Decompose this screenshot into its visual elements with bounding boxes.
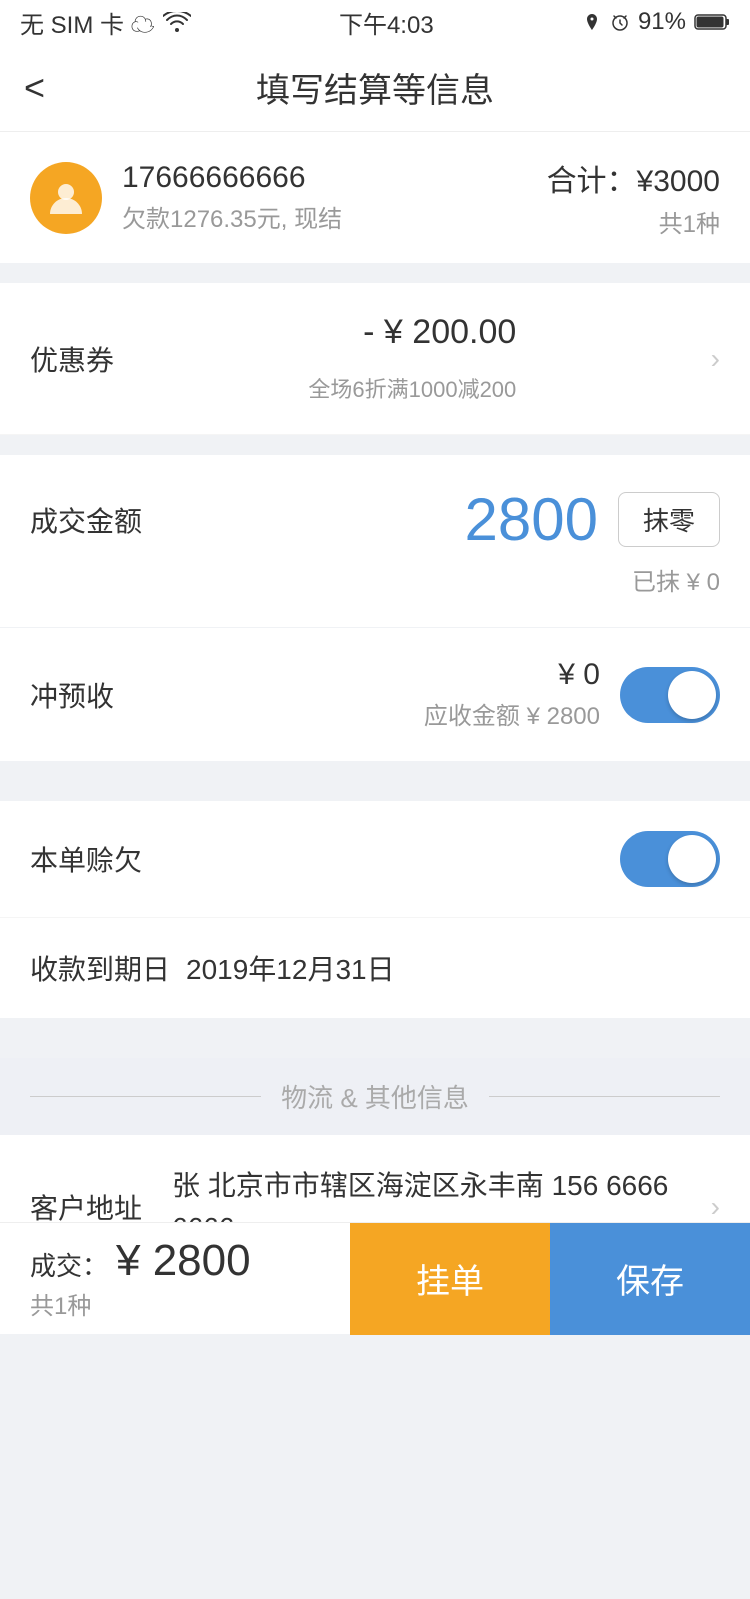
- bottom-info: 成交： ¥ 2800 共1种: [0, 1236, 350, 1321]
- address-chevron-icon: ›: [711, 1191, 720, 1223]
- wifi-icon: [163, 12, 191, 32]
- customer-info: 17666666666 欠款1276.35元, 现结: [122, 161, 342, 234]
- total-count: 共1种: [547, 204, 720, 239]
- duedate-section: 收款到期日 2019年12月31日: [0, 917, 750, 1018]
- deal-sub: 已抹 ¥ 0: [30, 562, 720, 597]
- coupon-chevron-icon: ›: [711, 343, 720, 375]
- content: 17666666666 欠款1276.35元, 现结 合计：¥3000 共1种 …: [0, 132, 750, 1599]
- prepay-toggle[interactable]: [620, 667, 720, 723]
- alarm-icon: [610, 12, 630, 32]
- divider-3: [0, 761, 750, 781]
- nav-bar: < 填写结算等信息: [0, 44, 750, 132]
- coupon-amount: - ¥ 200.00: [363, 313, 516, 352]
- address-label: 客户地址: [30, 1187, 142, 1227]
- duedate-row: 收款到期日 2019年12月31日: [30, 948, 720, 988]
- status-time: 下午4:03: [339, 5, 434, 40]
- prepay-label: 冲预收: [30, 675, 114, 715]
- debt-section: 本单赊欠: [0, 801, 750, 917]
- coupon-right: - ¥ 200.00 全场6折满1000减200: [308, 313, 516, 404]
- duedate-label: 收款到期日: [30, 948, 170, 988]
- customer-debt: 欠款1276.35元, 现结: [122, 199, 342, 234]
- logistics-line-right: [489, 1096, 720, 1097]
- page-title: 填写结算等信息: [256, 63, 494, 112]
- save-button[interactable]: 保存: [550, 1223, 750, 1335]
- avatar: [30, 162, 102, 234]
- debt-toggle-knob: [668, 835, 716, 883]
- bottom-count: 共1种: [30, 1286, 320, 1321]
- back-button[interactable]: <: [24, 67, 45, 109]
- bottom-amount: ¥ 2800: [116, 1236, 251, 1286]
- customer-card: 17666666666 欠款1276.35元, 现结 合计：¥3000 共1种: [0, 132, 750, 263]
- deal-row: 成交金额 2800 抹零: [30, 485, 720, 554]
- status-bar: 无 SIM 卡 ☁ 下午4:03 91%: [0, 0, 750, 44]
- coupon-desc: 全场6折满1000减200: [308, 372, 516, 404]
- logistics-separator: 物流 & 其他信息: [0, 1058, 750, 1135]
- prepay-section: 冲预收 ¥ 0 应收金额 ¥ 2800: [0, 628, 750, 761]
- battery-label: 91%: [638, 8, 686, 36]
- total-amount: 合计：¥3000: [547, 156, 720, 200]
- divider-1: [0, 263, 750, 283]
- customer-right: 合计：¥3000 共1种: [547, 156, 720, 239]
- location-icon: [582, 12, 602, 32]
- prepay-toggle-knob: [668, 671, 716, 719]
- divider-2: [0, 435, 750, 455]
- deal-section: 成交金额 2800 抹零 已抹 ¥ 0: [0, 455, 750, 628]
- prepay-row: 冲预收 ¥ 0 应收金额 ¥ 2800: [30, 658, 720, 731]
- coupon-row[interactable]: 优惠券 - ¥ 200.00 全场6折满1000减200 ›: [0, 283, 750, 435]
- debt-toggle[interactable]: [620, 831, 720, 887]
- duedate-value: 2019年12月31日: [186, 948, 395, 988]
- status-right: 91%: [582, 8, 730, 36]
- hang-sale-button[interactable]: 挂单: [350, 1223, 550, 1335]
- bottom-bar: 成交： ¥ 2800 共1种 挂单 保存: [0, 1222, 750, 1334]
- deal-label: 成交金额: [30, 500, 142, 540]
- prepay-amount-col: ¥ 0 应收金额 ¥ 2800: [424, 658, 600, 731]
- status-left: 无 SIM 卡 ☁: [20, 5, 191, 40]
- debt-label: 本单赊欠: [30, 839, 142, 879]
- prepay-right: ¥ 0 应收金额 ¥ 2800: [424, 658, 720, 731]
- sim-label: 无 SIM 卡 ☁: [20, 5, 155, 40]
- prepay-amount: ¥ 0: [424, 658, 600, 692]
- customer-phone: 17666666666: [122, 161, 342, 195]
- round-zero-button[interactable]: 抹零: [618, 492, 720, 547]
- logistics-text: 物流 & 其他信息: [261, 1078, 489, 1115]
- customer-left: 17666666666 欠款1276.35元, 现结: [30, 161, 342, 234]
- prepay-receivable: 应收金额 ¥ 2800: [424, 696, 600, 731]
- deal-right: 2800 抹零: [465, 485, 721, 554]
- coupon-label: 优惠券: [30, 339, 114, 379]
- logistics-line-left: [30, 1096, 261, 1097]
- battery-icon: [694, 13, 730, 31]
- deal-amount: 2800: [465, 485, 598, 554]
- bottom-deal-label: 成交：: [30, 1246, 108, 1283]
- divider-4: [0, 1018, 750, 1038]
